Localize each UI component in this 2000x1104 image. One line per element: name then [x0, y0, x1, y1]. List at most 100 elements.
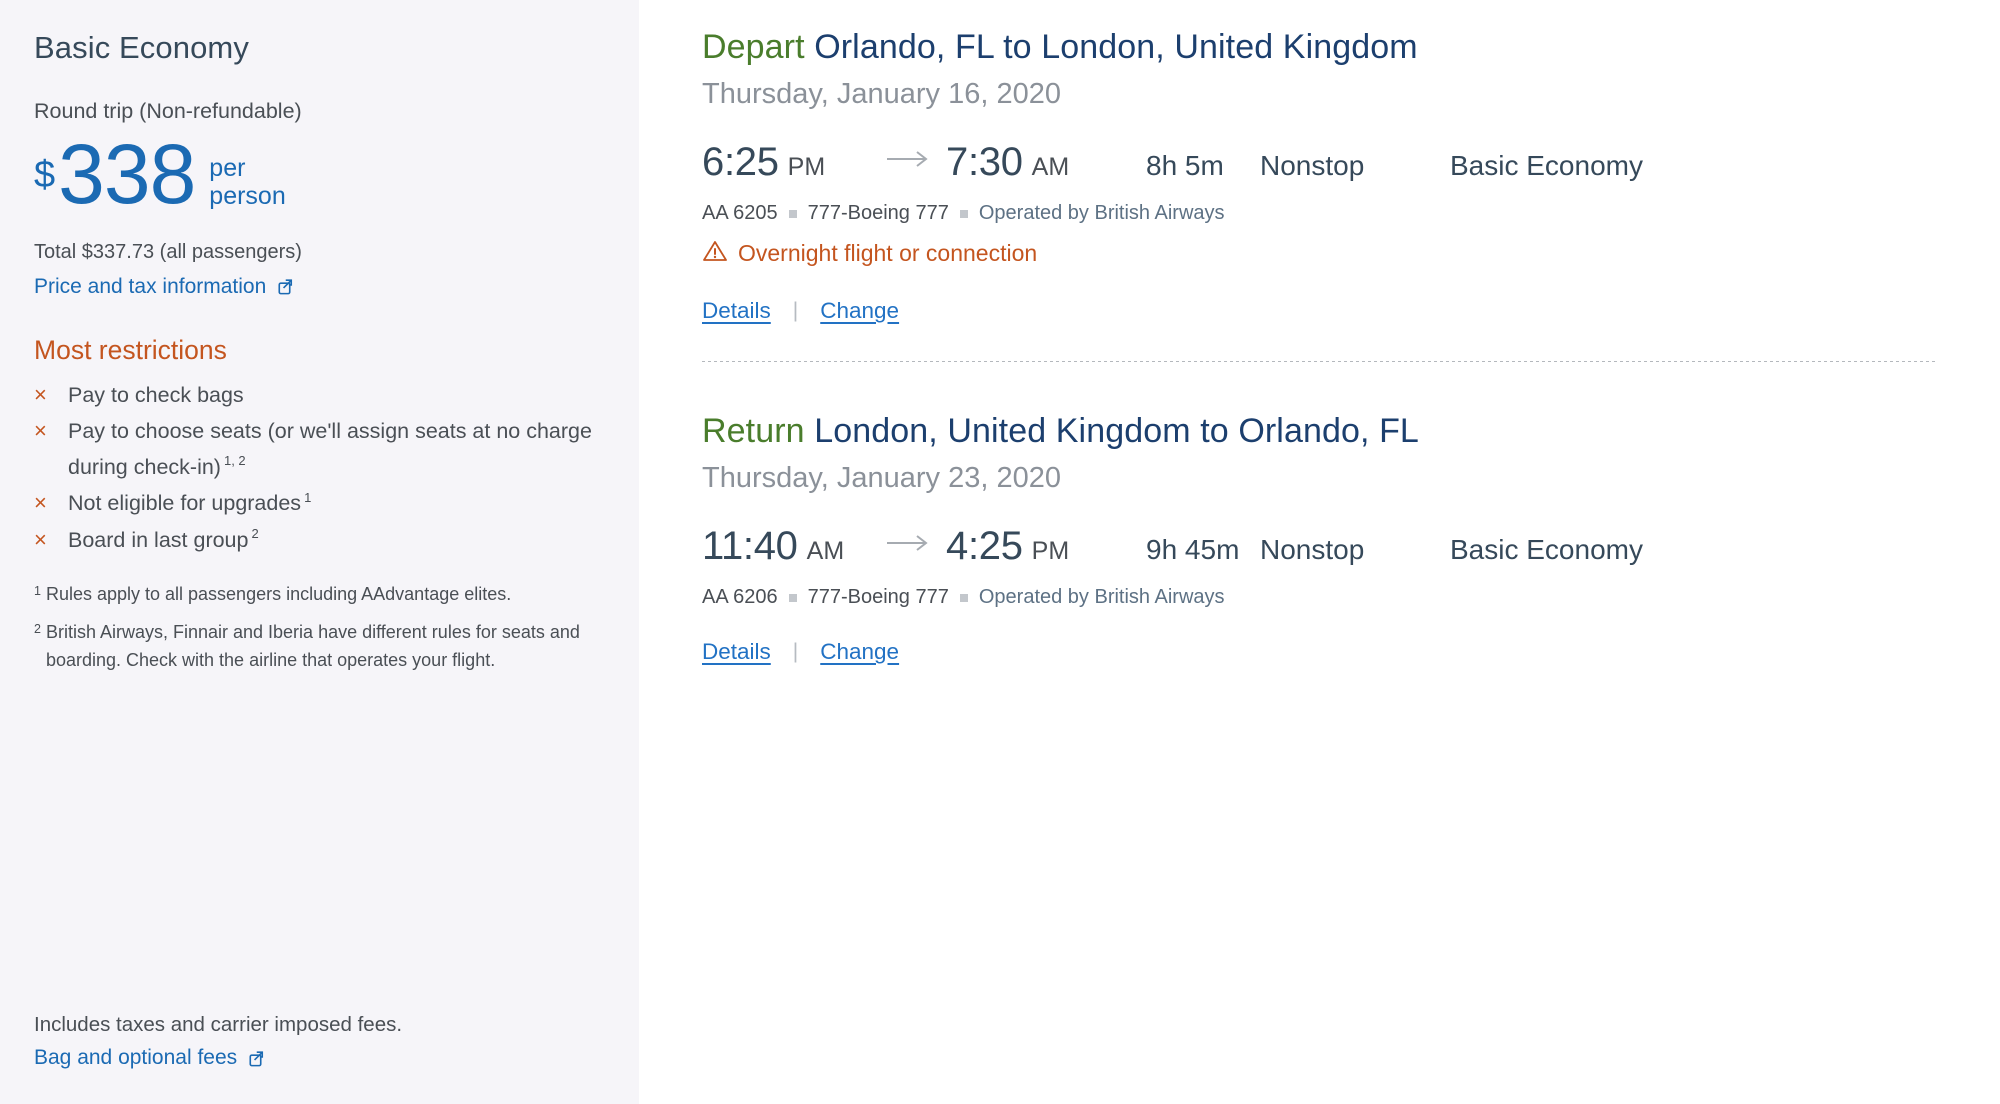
segment-direction: Depart: [702, 28, 805, 66]
operated-by: Operated by British Airways: [978, 586, 1225, 608]
footnotes-block: 1 Rules apply to all passengers includin…: [34, 580, 605, 674]
price-and-tax-information-link[interactable]: Price and tax information: [34, 275, 294, 299]
price-and-tax-label: Price and tax information: [34, 274, 267, 298]
per-label-line2: person: [209, 182, 286, 210]
restriction-text: Board in last group 2: [68, 526, 259, 552]
footnote-number: 1: [34, 583, 41, 598]
footnote: 2 British Airways, Finnair and Iberia ha…: [34, 618, 605, 674]
external-link-icon: [246, 1049, 265, 1068]
depart-time: 11:40: [702, 524, 798, 568]
x-mark-icon: ×: [34, 418, 47, 444]
segment-direction: Return: [702, 412, 805, 450]
restrictions-list: × Pay to check bags × Pay to choose seat…: [34, 378, 605, 558]
restriction-item: × Not eligible for upgrades 1: [34, 486, 605, 521]
x-mark-icon: ×: [34, 490, 47, 516]
flight-duration: 8h 5m: [1146, 150, 1224, 181]
flight-stops: Nonstop: [1260, 534, 1365, 565]
segment-divider: [702, 361, 1937, 362]
footnote-ref: 1: [304, 489, 312, 505]
flight-summary-page: Basic Economy Round trip (Non-refundable…: [0, 0, 2000, 1104]
footnote-text: British Airways, Finnair and Iberia have…: [45, 622, 580, 671]
flight-number: AA 6206: [702, 586, 778, 608]
segment-return: Return London, United Kingdom to Orlando…: [702, 412, 2000, 665]
footnote-ref: 2: [251, 526, 259, 542]
depart-time-group: 6:25 PM: [702, 140, 870, 185]
segment-date: Thursday, January 23, 2020: [702, 462, 1061, 494]
restriction-text: Pay to check bags: [68, 382, 244, 407]
bag-fees-label: Bag and optional fees: [34, 1046, 238, 1069]
details-link[interactable]: Details: [702, 639, 771, 665]
warning-text: Overnight flight or connection: [738, 240, 1038, 266]
total-price-label: Total $337.73 (all passengers): [34, 240, 302, 263]
currency-symbol: $: [34, 154, 56, 196]
restriction-item: × Pay to choose seats (or we'll assign s…: [34, 414, 605, 485]
flight-stops: Nonstop: [1260, 150, 1365, 181]
arrive-time-group: 7:30 AM: [946, 140, 1146, 185]
separator-square-icon: [959, 593, 968, 602]
footnote-ref: 1, 2: [223, 453, 246, 469]
fare-sidebar: Basic Economy Round trip (Non-refundable…: [0, 0, 639, 1104]
aircraft-type: 777-Boeing 777: [807, 586, 949, 608]
restrictions-title: Most restrictions: [34, 334, 227, 365]
depart-meridiem: AM: [806, 537, 845, 565]
footnote-number: 2: [34, 622, 41, 637]
separator-square-icon: [959, 209, 968, 218]
arrive-time: 4:25: [946, 524, 1023, 568]
operated-by: Operated by British Airways: [978, 202, 1225, 224]
flight-number: AA 6205: [702, 202, 778, 224]
segment-actions: Details | Change: [702, 298, 2000, 324]
action-separator: |: [792, 640, 799, 663]
segment-times-row: 6:25 PM 7:30 AM 8h 5m Nonstop Basic Econom…: [702, 140, 2000, 185]
warning-triangle-icon: [702, 239, 728, 268]
flight-meta-row: AA 6205 777-Boeing 777 Operated by Briti…: [702, 202, 2000, 225]
fare-title: Basic Economy: [34, 30, 249, 65]
bag-and-optional-fees-link[interactable]: Bag and optional fees: [34, 1046, 265, 1070]
sidebar-footer: Includes taxes and carrier imposed fees.…: [34, 1013, 402, 1070]
action-separator: |: [792, 299, 799, 322]
segment-route: London, United Kingdom to Orlando, FL: [814, 412, 1419, 450]
separator-square-icon: [788, 593, 797, 602]
external-link-icon: [275, 277, 294, 296]
price-amount: 338: [58, 127, 196, 221]
trip-type-label: Round trip (Non-refundable): [34, 99, 302, 123]
details-link[interactable]: Details: [702, 298, 771, 324]
flight-cabin: Basic Economy: [1450, 150, 1643, 181]
x-mark-icon: ×: [34, 381, 47, 407]
flight-meta-row: AA 6206 777-Boeing 777 Operated by Briti…: [702, 586, 2000, 609]
arrive-time: 7:30: [946, 140, 1023, 184]
change-link[interactable]: Change: [820, 639, 899, 665]
itinerary-panel: Depart Orlando, FL to London, United Kin…: [639, 0, 2000, 1104]
per-label-line1: per: [209, 154, 246, 182]
restriction-item: × Pay to check bags: [34, 378, 605, 413]
separator-square-icon: [788, 209, 797, 218]
depart-meridiem: PM: [787, 153, 826, 181]
restriction-text: Not eligible for upgrades 1: [68, 489, 312, 516]
change-link[interactable]: Change: [820, 298, 899, 324]
x-mark-icon: ×: [34, 526, 47, 552]
depart-time: 6:25: [702, 140, 779, 184]
segment-heading: Depart Orlando, FL to London, United Kin…: [702, 28, 2000, 67]
per-person-label: per person: [209, 154, 285, 210]
footnote: 1 Rules apply to all passengers includin…: [34, 580, 605, 608]
flight-cabin: Basic Economy: [1450, 534, 1643, 565]
flight-duration: 9h 45m: [1146, 534, 1240, 565]
arrive-meridiem: PM: [1031, 537, 1070, 565]
segment-times-row: 11:40 AM 4:25 PM 9h 45m Nonstop Basic Econ…: [702, 524, 2000, 569]
depart-time-group: 11:40 AM: [702, 524, 870, 569]
overnight-warning: Overnight flight or connection: [702, 239, 2000, 268]
restriction-item: × Board in last group 2: [34, 523, 605, 558]
direction-arrow-icon: [870, 533, 946, 558]
taxes-fees-note: Includes taxes and carrier imposed fees.: [34, 1013, 403, 1036]
footnote-text: Rules apply to all passengers including …: [45, 583, 512, 604]
segment-heading: Return London, United Kingdom to Orlando…: [702, 412, 2000, 451]
segment-date: Thursday, January 16, 2020: [702, 78, 1061, 110]
restriction-text: Pay to choose seats (or we'll assign sea…: [68, 419, 592, 479]
segment-route: Orlando, FL to London, United Kingdom: [814, 28, 1418, 66]
price-block: $ 338 per person: [34, 127, 605, 221]
aircraft-type: 777-Boeing 777: [807, 202, 949, 224]
segment-depart: Depart Orlando, FL to London, United Kin…: [702, 28, 2000, 324]
direction-arrow-icon: [870, 149, 946, 174]
arrive-meridiem: AM: [1031, 153, 1070, 181]
arrive-time-group: 4:25 PM: [946, 524, 1146, 569]
segment-actions: Details | Change: [702, 639, 2000, 665]
